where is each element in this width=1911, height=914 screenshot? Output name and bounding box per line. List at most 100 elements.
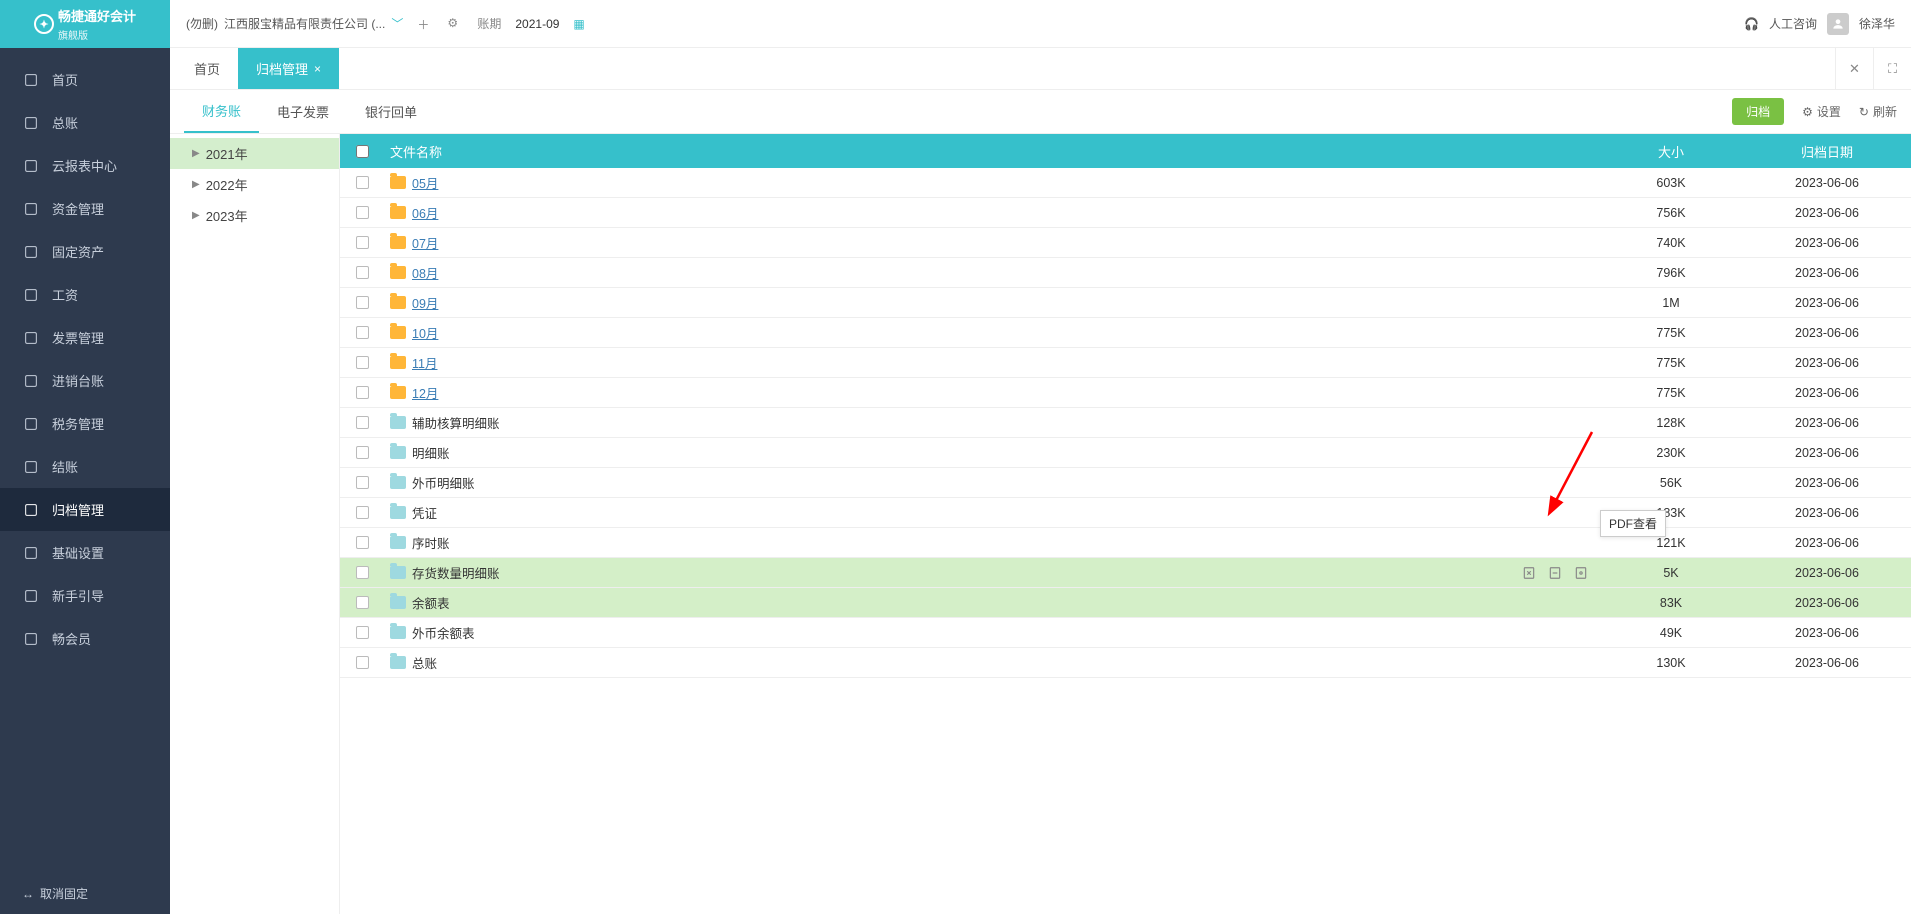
sidebar-item-vip[interactable]: 畅会员 [0, 617, 170, 660]
table-row[interactable]: 外币明细账 56K 2023-06-06 [340, 468, 1911, 498]
row-checkbox[interactable] [356, 386, 369, 399]
file-link[interactable]: 11月 [412, 353, 437, 372]
sidebar-item-home[interactable]: 首页 [0, 58, 170, 101]
tab-close-all[interactable]: ✕ [1835, 48, 1873, 89]
sidebar-item-close-acc[interactable]: 结账 [0, 445, 170, 488]
file-date: 2023-06-06 [1743, 236, 1911, 250]
row-checkbox[interactable] [356, 296, 369, 309]
file-size: 83K [1599, 596, 1743, 610]
table-row[interactable]: 12月 775K 2023-06-06 [340, 378, 1911, 408]
brand-logo[interactable]: ✦ 畅捷通好会计 旗舰版 [0, 0, 170, 48]
table-row[interactable]: 余额表 83K 2023-06-06 [340, 588, 1911, 618]
tab-close-icon[interactable]: × [314, 62, 321, 76]
row-checkbox[interactable] [356, 206, 369, 219]
sidebar-item-guide[interactable]: 新手引导 [0, 574, 170, 617]
archive-button[interactable]: 归档 [1732, 98, 1784, 125]
sidebar-item-chart[interactable]: 云报表中心 [0, 144, 170, 187]
row-checkbox[interactable] [356, 626, 369, 639]
sidebar-item-archive[interactable]: 归档管理 [0, 488, 170, 531]
sidebar-item-ledger[interactable]: 总账 [0, 101, 170, 144]
table-row[interactable]: 05月 603K 2023-06-06 [340, 168, 1911, 198]
tree-year[interactable]: ▶2022年 [170, 169, 339, 200]
user-name[interactable]: 徐泽华 [1859, 15, 1895, 32]
row-checkbox[interactable] [356, 446, 369, 459]
file-link[interactable]: 08月 [412, 263, 438, 282]
tree-year[interactable]: ▶2021年 [170, 138, 339, 169]
file-link[interactable]: 06月 [412, 203, 438, 222]
row-checkbox[interactable] [356, 416, 369, 429]
table-row[interactable]: 凭证 183K 2023-06-06 [340, 498, 1911, 528]
folder-icon [390, 236, 406, 249]
gear-icon: ⚙ [1802, 105, 1813, 119]
file-name: 存货数量明细账 [412, 563, 500, 582]
folder-icon [390, 266, 406, 279]
export-excel-icon[interactable] [1521, 565, 1537, 581]
subtab[interactable]: 财务账 [184, 90, 259, 133]
row-checkbox[interactable] [356, 536, 369, 549]
refresh-link[interactable]: ↻刷新 [1859, 103, 1897, 120]
table-row[interactable]: 存货数量明细账 5K 2023-06-06 [340, 558, 1911, 588]
subtab[interactable]: 电子发票 [259, 90, 347, 133]
avatar[interactable] [1827, 13, 1849, 35]
sidebar-item-label: 发票管理 [52, 328, 104, 347]
tab-fullscreen[interactable]: ⛶ [1873, 48, 1911, 89]
file-size: 603K [1599, 176, 1743, 190]
table-row[interactable]: 09月 1M 2023-06-06 [340, 288, 1911, 318]
table-row[interactable]: 总账 130K 2023-06-06 [340, 648, 1911, 678]
export-pdf-icon[interactable] [1547, 565, 1563, 581]
row-checkbox[interactable] [356, 566, 369, 579]
file-size: 796K [1599, 266, 1743, 280]
row-checkbox[interactable] [356, 176, 369, 189]
sidebar-item-box[interactable]: 固定资产 [0, 230, 170, 273]
tree-year[interactable]: ▶2023年 [170, 200, 339, 231]
money-icon [22, 200, 40, 218]
select-all-checkbox[interactable] [356, 145, 369, 158]
consult-link[interactable]: 人工咨询 [1769, 15, 1817, 32]
folder-icon [390, 386, 406, 399]
row-checkbox[interactable] [356, 596, 369, 609]
sidebar-item-gear[interactable]: 基础设置 [0, 531, 170, 574]
settings-link[interactable]: ⚙设置 [1802, 103, 1841, 120]
table-row[interactable]: 明细账 230K 2023-06-06 [340, 438, 1911, 468]
table-row[interactable]: 11月 775K 2023-06-06 [340, 348, 1911, 378]
file-link[interactable]: 07月 [412, 233, 438, 252]
period-value[interactable]: 2021-09 [515, 17, 559, 31]
view-pdf-icon[interactable] [1573, 565, 1589, 581]
file-link[interactable]: 10月 [412, 323, 438, 342]
file-name: 外币明细账 [412, 473, 475, 492]
page-tab[interactable]: 归档管理× [238, 48, 339, 89]
file-link[interactable]: 09月 [412, 293, 438, 312]
folder-icon [390, 416, 406, 429]
table-row[interactable]: 06月 756K 2023-06-06 [340, 198, 1911, 228]
page-tab[interactable]: 首页 [176, 48, 238, 89]
row-checkbox[interactable] [356, 266, 369, 279]
sidebar-item-label: 资金管理 [52, 199, 104, 218]
table-row[interactable]: 序时账 121K 2023-06-06 [340, 528, 1911, 558]
row-checkbox[interactable] [356, 506, 369, 519]
subtab[interactable]: 银行回单 [347, 90, 435, 133]
sidebar-item-wallet[interactable]: 工资 [0, 273, 170, 316]
sidebar-item-money[interactable]: 资金管理 [0, 187, 170, 230]
table-row[interactable]: 辅助核算明细账 128K 2023-06-06 [340, 408, 1911, 438]
table-row[interactable]: 外币余额表 49K 2023-06-06 [340, 618, 1911, 648]
row-checkbox[interactable] [356, 656, 369, 669]
table-row[interactable]: 10月 775K 2023-06-06 [340, 318, 1911, 348]
row-checkbox[interactable] [356, 326, 369, 339]
add-icon[interactable]: ＋ [417, 16, 433, 32]
sidebar-item-book[interactable]: 进销台账 [0, 359, 170, 402]
brand-name: 畅捷通好会计 [58, 6, 136, 25]
unpin-sidebar[interactable]: ↔ 取消固定 [0, 873, 170, 914]
headset-icon[interactable]: 🎧 [1744, 17, 1759, 31]
sidebar-item-tax[interactable]: 税务管理 [0, 402, 170, 445]
row-checkbox[interactable] [356, 476, 369, 489]
calendar-icon[interactable]: ▦ [573, 17, 584, 31]
file-link[interactable]: 12月 [412, 383, 438, 402]
settings-icon[interactable]: ⚙ [447, 16, 463, 32]
file-link[interactable]: 05月 [412, 173, 438, 192]
sidebar-item-invoice[interactable]: 发票管理 [0, 316, 170, 359]
row-checkbox[interactable] [356, 236, 369, 249]
company-selector[interactable]: (勿删) 江西服宝精品有限责任公司 (... ﹀ [186, 15, 403, 32]
table-row[interactable]: 07月 740K 2023-06-06 [340, 228, 1911, 258]
table-row[interactable]: 08月 796K 2023-06-06 [340, 258, 1911, 288]
row-checkbox[interactable] [356, 356, 369, 369]
